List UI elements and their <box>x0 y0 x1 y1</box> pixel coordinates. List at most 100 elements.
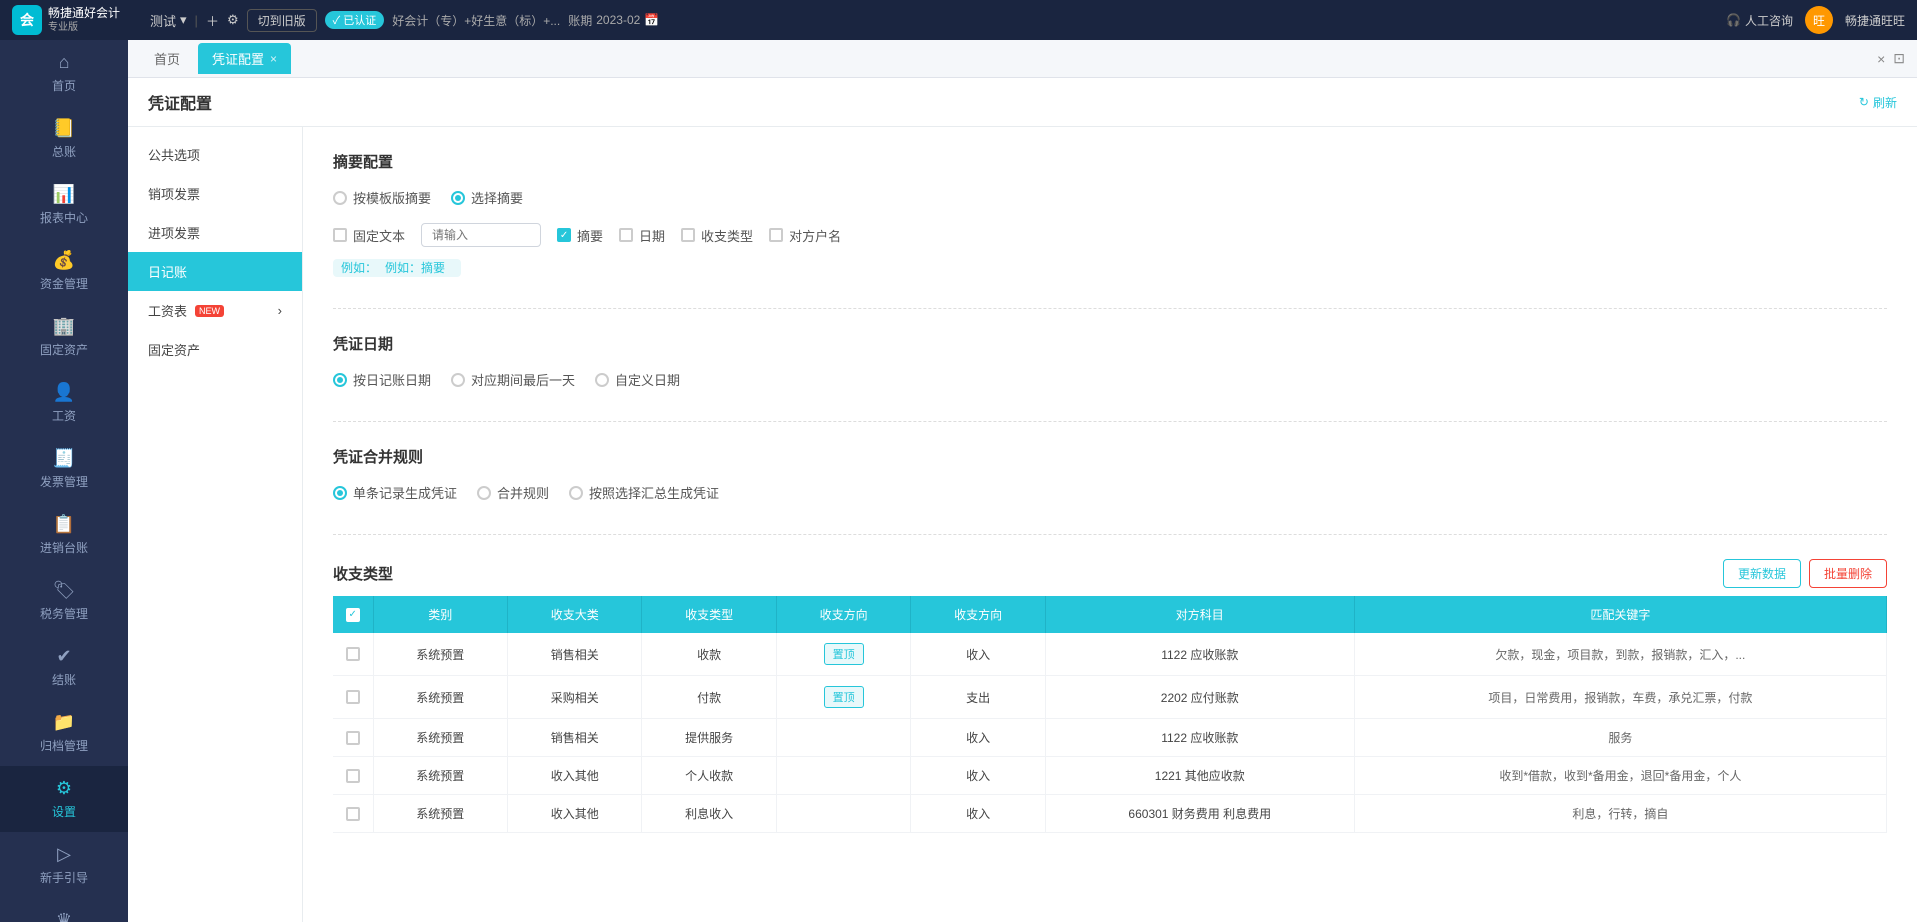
radio-period-last[interactable]: 对应期间最后一天 <box>451 370 575 389</box>
radio-circle-merge <box>477 486 491 500</box>
checkbox-date[interactable]: 日期 <box>619 226 665 245</box>
table-row: 系统预置 采购相关 付款 置顶 支出 2202 应付账款 项目，日常费用，报销款… <box>333 676 1887 719</box>
row-main-type-3: 销售相关 <box>507 719 641 757</box>
row-direction-4: 收入 <box>911 757 1045 795</box>
row-subject-1: 1122 应收账款 <box>1045 633 1354 676</box>
sidebar-item-archive-mgmt[interactable]: 📁 归档管理 <box>0 700 128 766</box>
left-nav-item-sales-invoice[interactable]: 销项发票 <box>128 174 302 213</box>
batch-delete-button[interactable]: 批量删除 <box>1809 559 1887 588</box>
radio-journal-date[interactable]: 按日记账日期 <box>333 370 431 389</box>
certified-badge: ✓ 已认证 <box>325 11 385 29</box>
sidebar-item-member[interactable]: ♛ 畅会员 <box>0 898 128 922</box>
checkbox[interactable] <box>346 769 360 783</box>
merge-rules-radio-group: 单条记录生成凭证 合并规则 按照选择汇总生成凭证 <box>333 483 1887 502</box>
table-select-all-checkbox[interactable]: ✓ <box>346 608 360 622</box>
row-tag-4 <box>776 757 910 795</box>
radio-circle-custom <box>595 373 609 387</box>
radio-circle-period-last <box>451 373 465 387</box>
left-nav-item-public[interactable]: 公共选项 <box>128 135 302 174</box>
radio-template-summary[interactable]: 按模板版摘要 <box>333 188 431 207</box>
table-row: 系统预置 收入其他 个人收款 收入 1221 其他应收款 收到*借款，收到*备用… <box>333 757 1887 795</box>
sidebar-item-payroll[interactable]: 👤 工资 <box>0 370 128 436</box>
separator: | <box>195 13 198 28</box>
fixed-text-input[interactable] <box>421 223 541 247</box>
guide-icon: ▷ <box>57 844 71 865</box>
pin-top-button-2[interactable]: 置顶 <box>824 686 864 708</box>
brand-text: 畅捷通好会计 专业版 <box>48 6 120 35</box>
row-tag-1[interactable]: 置顶 <box>776 633 910 676</box>
chevron-right-icon: › <box>278 303 282 318</box>
left-nav-item-payroll-table[interactable]: 工资表 NEW › <box>128 291 302 330</box>
sidebar-item-purchase-sales[interactable]: 📋 进销台账 <box>0 502 128 568</box>
human-consult-button[interactable]: 🎧 人工咨询 <box>1726 12 1793 29</box>
row-checkbox-5[interactable] <box>333 795 373 833</box>
row-checkbox-4[interactable] <box>333 757 373 795</box>
sidebar-item-new-guide[interactable]: ▷ 新手引导 <box>0 832 128 898</box>
row-tag-2[interactable]: 置顶 <box>776 676 910 719</box>
row-checkbox-3[interactable] <box>333 719 373 757</box>
row-category-1: 系统预置 <box>373 633 507 676</box>
checkbox-box-date <box>619 228 633 242</box>
checkbox[interactable] <box>346 690 360 704</box>
row-main-type-4: 收入其他 <box>507 757 641 795</box>
content-area: 首页 凭证配置 × × ⊡ 凭证配置 ↻ 刷新 公共选项 <box>128 40 1917 922</box>
period-info: 账期 2023-02 📅 <box>568 12 659 29</box>
sidebar-item-fund-mgmt[interactable]: 💰 资金管理 <box>0 238 128 304</box>
left-nav-item-journal[interactable]: 日记账 <box>128 252 302 291</box>
tab-close-icon[interactable]: × <box>270 52 277 66</box>
sidebar-item-tax-mgmt[interactable]: 🏷 税务管理 <box>0 568 128 634</box>
checkbox[interactable] <box>346 807 360 821</box>
row-tag-3 <box>776 719 910 757</box>
checkbox-fixed-text[interactable]: 固定文本 <box>333 226 405 245</box>
left-nav-item-fixed-assets-sub[interactable]: 固定资产 <box>128 330 302 369</box>
close-window-button[interactable]: × <box>1877 50 1885 67</box>
checkbox[interactable] <box>346 731 360 745</box>
radio-custom-date[interactable]: 自定义日期 <box>595 370 680 389</box>
radio-merge-rule[interactable]: 合并规则 <box>477 483 549 502</box>
checkbox-summary[interactable]: ✓ 摘要 <box>557 226 603 245</box>
brand-icon: 会 <box>12 5 42 35</box>
maximize-window-button[interactable]: ⊡ <box>1893 50 1905 67</box>
refresh-button[interactable]: ↻ 刷新 <box>1859 94 1897 111</box>
checkbox[interactable] <box>346 647 360 661</box>
row-keywords-1: 欠款，现金，项目款，到款，报销款，汇入，... <box>1354 633 1886 676</box>
checkbox-counterpart-name[interactable]: 对方户名 <box>769 226 841 245</box>
radio-single-record[interactable]: 单条记录生成凭证 <box>333 483 457 502</box>
table-row: 系统预置 收入其他 利息收入 收入 660301 财务费用 利息费用 利息，行转… <box>333 795 1887 833</box>
col-header-checkbox[interactable]: ✓ <box>333 596 373 633</box>
checkbox-box-fixed <box>333 228 347 242</box>
sidebar-item-invoice-mgmt[interactable]: 🧾 发票管理 <box>0 436 128 502</box>
sidebar-item-settlement[interactable]: ✔ 结账 <box>0 634 128 700</box>
account-info: 好会计（专）+好生意（标）+... <box>392 12 560 29</box>
list-icon: 📋 <box>53 514 75 535</box>
sidebar-item-general-ledger[interactable]: 📒 总账 <box>0 106 128 172</box>
row-checkbox-2[interactable] <box>333 676 373 719</box>
row-subject-3: 1122 应收账款 <box>1045 719 1354 757</box>
switch-version-button[interactable]: 切到旧版 <box>247 9 317 32</box>
sidebar-item-home[interactable]: ⌂ 首页 <box>0 40 128 106</box>
col-header-keywords: 匹配关键字 <box>1354 596 1886 633</box>
checkbox-income-expense-type[interactable]: 收支类型 <box>681 226 753 245</box>
tab-home[interactable]: 首页 <box>140 43 194 74</box>
summary-config-section: 摘要配置 按模板版摘要 选择摘要 <box>333 151 1887 276</box>
row-main-type-5: 收入其他 <box>507 795 641 833</box>
avatar[interactable]: 旺 <box>1805 6 1833 34</box>
row-checkbox-1[interactable] <box>333 633 373 676</box>
update-data-button[interactable]: 更新数据 <box>1723 559 1801 588</box>
radio-select-summary[interactable]: 选择摘要 <box>451 188 523 207</box>
tab-voucher-config[interactable]: 凭证配置 × <box>198 43 291 74</box>
sidebar-item-settings[interactable]: ⚙ 设置 <box>0 766 128 832</box>
folder-icon: 📁 <box>53 712 75 733</box>
plus-icon[interactable]: ＋ <box>206 11 219 30</box>
fund-icon: 💰 <box>53 250 75 271</box>
col-header-main-type: 收支大类 <box>507 596 641 633</box>
radio-summary-gen[interactable]: 按照选择汇总生成凭证 <box>569 483 719 502</box>
pin-top-button-1[interactable]: 置顶 <box>824 643 864 665</box>
sidebar-item-report-center[interactable]: 📊 报表中心 <box>0 172 128 238</box>
tab-actions: × ⊡ <box>1877 50 1905 67</box>
username-display[interactable]: 畅捷通旺旺 <box>1845 12 1905 29</box>
module-selector[interactable]: 测试 ▾ <box>150 11 187 30</box>
sidebar-item-fixed-assets[interactable]: 🏢 固定资产 <box>0 304 128 370</box>
gear-icon[interactable]: ⚙ <box>227 12 239 28</box>
left-nav-item-purchase-invoice[interactable]: 进项发票 <box>128 213 302 252</box>
